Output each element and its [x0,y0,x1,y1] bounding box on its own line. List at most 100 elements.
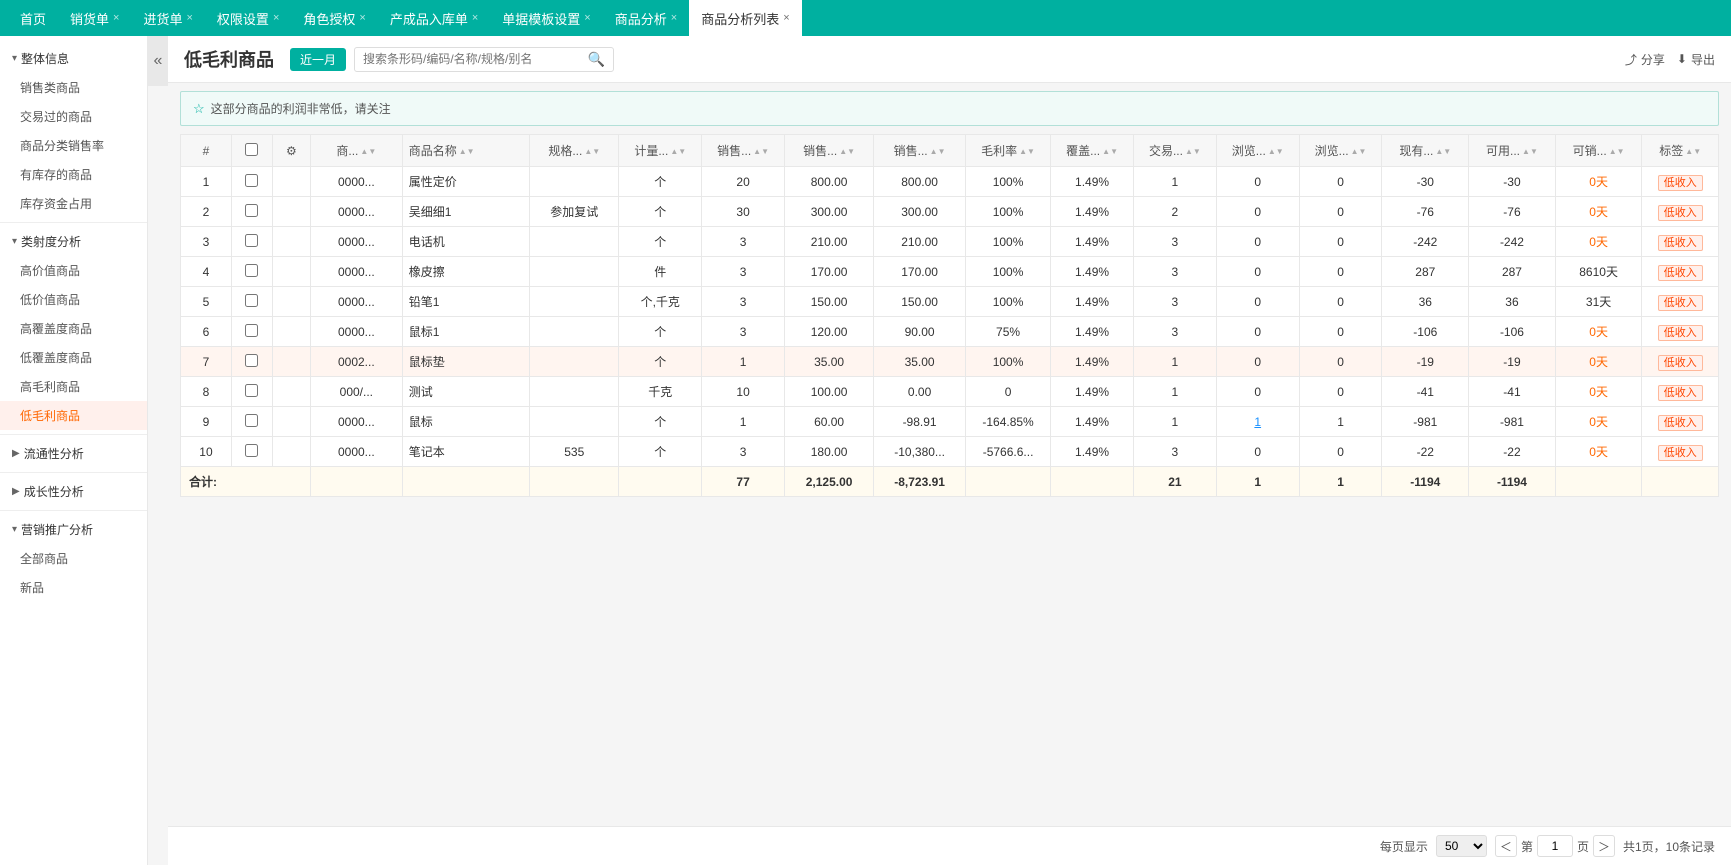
sidebar-item-high-value[interactable]: 高价值商品 [0,256,147,285]
row-spec [530,167,619,197]
col-header-view1[interactable]: 浏览...▲▼ [1216,135,1299,167]
row-checkbox-cell[interactable] [231,317,272,347]
sidebar-section-liquidity[interactable]: ▶ 流通性分析 [0,439,147,468]
col-header-unit[interactable]: 计量...▲▼ [619,135,702,167]
row-actions [272,437,310,467]
col-header-cover[interactable]: 覆盖...▲▼ [1051,135,1134,167]
sidebar-section-marketing[interactable]: ▾ 营销推广分析 [0,515,147,544]
col-header-sales-qty[interactable]: 销售...▲▼ [702,135,785,167]
sidebar-item-new-products[interactable]: 新品 [0,573,147,602]
col-header-trans[interactable]: 交易...▲▼ [1133,135,1216,167]
row-checkbox-cell[interactable] [231,167,272,197]
col-header-margin[interactable]: 毛利率▲▼ [965,135,1050,167]
row-checkbox-cell[interactable] [231,407,272,437]
row-code: 0002... [310,347,402,377]
col-header-code[interactable]: 商...▲▼ [310,135,402,167]
col-header-check[interactable] [231,135,272,167]
row-sales-price: 800.00 [785,167,874,197]
col-header-sales-profit[interactable]: 销售...▲▼ [874,135,966,167]
row-checkbox[interactable] [245,354,258,367]
col-header-sales-price[interactable]: 销售...▲▼ [785,135,874,167]
row-checkbox-cell[interactable] [231,257,272,287]
sidebar-item-high-coverage[interactable]: 高覆盖度商品 [0,314,147,343]
prev-page-button[interactable]: ＜ [1495,835,1517,857]
sidebar-section-class-analysis[interactable]: ▾ 类射度分析 [0,227,147,256]
close-product-analysis-list-icon[interactable]: × [783,12,789,24]
sidebar-item-in-stock[interactable]: 有库存的商品 [0,160,147,189]
nav-template-settings[interactable]: 单据模板设置 × [490,0,602,36]
search-input[interactable] [363,52,588,66]
nav-product-receipt[interactable]: 产成品入库单 × [378,0,490,36]
sidebar-item-traded-products[interactable]: 交易过的商品 [0,102,147,131]
row-checkbox[interactable] [245,294,258,307]
next-page-button[interactable]: ＞ [1593,835,1615,857]
nav-product-analysis-list[interactable]: 商品分析列表 × [689,0,801,36]
close-role-auth-icon[interactable]: × [359,12,365,24]
col-header-avail[interactable]: 可用...▲▼ [1469,135,1556,167]
close-sales-order-icon[interactable]: × [113,12,119,24]
share-button[interactable]: ⤴ 分享 [1625,51,1665,68]
row-sales-price: 170.00 [785,257,874,287]
nav-product-analysis[interactable]: 商品分析 × [603,0,689,36]
sidebar: ▾ 整体信息 销售类商品 交易过的商品 商品分类销售率 有库存的商品 库存资金占… [0,36,148,865]
row-checkbox-cell[interactable] [231,347,272,377]
sidebar-item-high-margin[interactable]: 高毛利商品 [0,372,147,401]
settings-gear-icon[interactable]: ⚙ [286,144,297,158]
row-checkbox-cell[interactable] [231,197,272,227]
tag-badge: 低收入 [1658,265,1703,281]
row-checkbox-cell[interactable] [231,377,272,407]
filter-recent-month-button[interactable]: 近一月 [290,48,346,71]
nav-home[interactable]: 首页 [8,0,58,36]
row-salable: 0天 [1555,227,1642,257]
select-all-checkbox[interactable] [245,143,258,156]
row-checkbox[interactable] [245,324,258,337]
sidebar-item-low-margin[interactable]: 低毛利商品 [0,401,147,430]
row-checkbox[interactable] [245,234,258,247]
row-checkbox[interactable] [245,174,258,187]
col-header-settings[interactable]: ⚙ [272,135,310,167]
col-header-stock[interactable]: 现有...▲▼ [1382,135,1469,167]
page-input[interactable] [1537,835,1573,857]
nav-permission-settings[interactable]: 权限设置 × [205,0,291,36]
row-sales-qty: 20 [702,167,785,197]
col-header-spec[interactable]: 规格...▲▼ [530,135,619,167]
per-page-select[interactable]: 50 100 200 [1436,835,1487,857]
sidebar-section-overall[interactable]: ▾ 整体信息 [0,44,147,73]
row-checkbox[interactable] [245,444,258,457]
row-checkbox[interactable] [245,384,258,397]
row-checkbox-cell[interactable] [231,227,272,257]
row-tag: 低收入 [1642,437,1719,467]
sidebar-item-all-products[interactable]: 全部商品 [0,544,147,573]
row-checkbox[interactable] [245,414,258,427]
export-button[interactable]: ⬇ 导出 [1677,51,1715,68]
row-actions [272,167,310,197]
sidebar-item-sales-products[interactable]: 销售类商品 [0,73,147,102]
nav-role-auth[interactable]: 角色授权 × [291,0,377,36]
nav-purchase-order[interactable]: 进货单 × [131,0,204,36]
close-template-settings-icon[interactable]: × [584,12,590,24]
sidebar-divider-2 [0,434,147,435]
row-name: 电话机 [402,227,529,257]
row-checkbox[interactable] [245,264,258,277]
sidebar-section-growth[interactable]: ▶ 成长性分析 [0,477,147,506]
col-header-salable[interactable]: 可销...▲▼ [1555,135,1642,167]
row-checkbox-cell[interactable] [231,437,272,467]
close-product-receipt-icon[interactable]: × [472,12,478,24]
sidebar-item-low-value[interactable]: 低价值商品 [0,285,147,314]
row-tag: 低收入 [1642,377,1719,407]
close-product-analysis-icon[interactable]: × [671,12,677,24]
row-checkbox-cell[interactable] [231,287,272,317]
sidebar-item-low-coverage[interactable]: 低覆盖度商品 [0,343,147,372]
sidebar-item-category-rate[interactable]: 商品分类销售率 [0,131,147,160]
close-purchase-order-icon[interactable]: × [186,12,192,24]
col-header-name[interactable]: 商品名称▲▼ [402,135,529,167]
sidebar-item-inventory-capital[interactable]: 库存资金占用 [0,189,147,218]
close-permission-settings-icon[interactable]: × [273,12,279,24]
nav-sales-order[interactable]: 销货单 × [58,0,131,36]
col-header-tag[interactable]: 标签▲▼ [1642,135,1719,167]
col-header-view2[interactable]: 浏览...▲▼ [1299,135,1382,167]
view1-link[interactable]: 1 [1254,415,1261,429]
sidebar-collapse-button[interactable]: « [148,36,168,86]
row-checkbox[interactable] [245,204,258,217]
search-icon[interactable]: 🔍 [588,51,605,68]
